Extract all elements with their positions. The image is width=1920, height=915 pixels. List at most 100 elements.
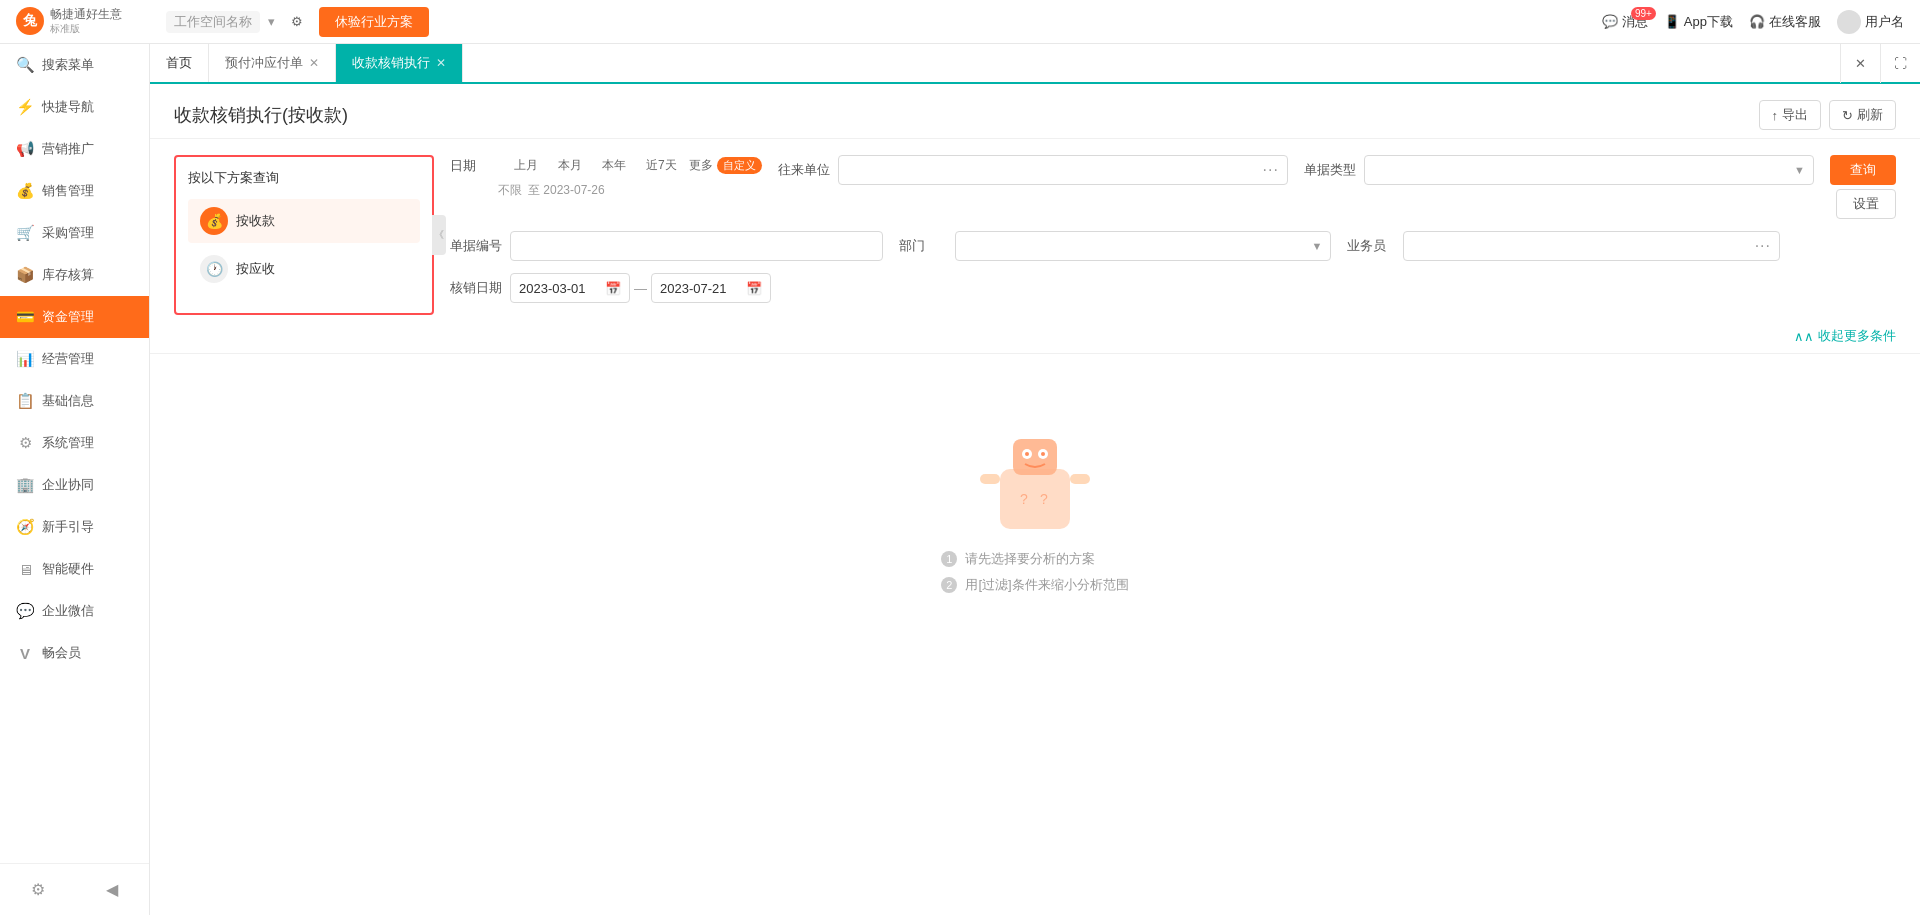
sidebar-item-finance[interactable]: 💳 资金管理: [0, 296, 149, 338]
verify-date-end-input[interactable]: 2023-07-21 📅: [651, 273, 771, 303]
sidebar-item-marketing[interactable]: 📢 营销推广: [0, 128, 149, 170]
last-7-days-btn[interactable]: 近7天: [638, 155, 685, 176]
workspace-dropdown-icon[interactable]: ▾: [268, 14, 275, 29]
doc-type-input[interactable]: ▼: [1364, 155, 1814, 185]
message-icon: 💬: [1602, 14, 1618, 29]
date-no-limit: 不限: [498, 182, 522, 199]
tab-collection-close[interactable]: ✕: [436, 56, 446, 70]
salesperson-label: 业务员: [1347, 237, 1395, 255]
doc-type-arrow-icon: ▼: [1794, 164, 1805, 176]
counterpart-label: 往来单位: [778, 161, 830, 179]
finance-icon: 💳: [16, 308, 34, 326]
tab-prepay-close[interactable]: ✕: [309, 56, 319, 70]
sidebar-item-hardware[interactable]: 🖥 智能硬件: [0, 548, 149, 590]
svg-text:?: ?: [1020, 491, 1028, 507]
gear-button[interactable]: ⚙: [283, 8, 311, 36]
export-button[interactable]: ↑ 导出: [1759, 100, 1822, 130]
filter-option-by-receivable[interactable]: 🕐 按应收: [188, 247, 420, 291]
query-button[interactable]: 查询: [1830, 155, 1896, 185]
salesperson-input[interactable]: ···: [1403, 231, 1780, 261]
tab-home-label: 首页: [166, 54, 192, 72]
counterpart-input[interactable]: ···: [838, 155, 1288, 185]
sidebar-item-search-menu[interactable]: 🔍 搜索菜单: [0, 44, 149, 86]
last-month-btn[interactable]: 上月: [506, 155, 546, 176]
svg-point-5: [1041, 452, 1045, 456]
collapse-sidebar-button[interactable]: ◀: [98, 872, 126, 907]
sidebar-item-wechat[interactable]: 💬 企业微信: [0, 590, 149, 632]
online-service-button[interactable]: 🎧 在线客服: [1749, 13, 1821, 31]
filter-option-by-receipt[interactable]: 💰 按收款: [188, 199, 420, 243]
page-header: 收款核销执行(按收款) ↑ 导出 ↻ 刷新: [150, 84, 1920, 139]
user-info[interactable]: 用户名: [1837, 10, 1904, 34]
main-content: 收款核销执行(按收款) ↑ 导出 ↻ 刷新 按以下方案查询 💰 按收款: [150, 84, 1920, 915]
page-title: 收款核销执行(按收款): [174, 103, 348, 127]
form-row-2: 单据编号 部门 ▼ 业务员 ···: [450, 231, 1896, 261]
svg-text:?: ?: [1040, 491, 1048, 507]
sidebar-item-quick-nav[interactable]: ⚡ 快捷导航: [0, 86, 149, 128]
sidebar-item-label: 采购管理: [42, 224, 94, 242]
logo-icon: 兔: [16, 7, 44, 35]
empty-tip-1: 1 请先选择要分析的方案: [941, 550, 1128, 568]
sidebar-item-label: 基础信息: [42, 392, 94, 410]
sidebar-item-operation[interactable]: 📊 经营管理: [0, 338, 149, 380]
tab-bar-right: ✕ ⛶: [1840, 44, 1920, 82]
sidebar-item-enterprise[interactable]: 🏢 企业协同: [0, 464, 149, 506]
sidebar-item-sales[interactable]: 💰 销售管理: [0, 170, 149, 212]
this-year-btn[interactable]: 本年: [594, 155, 634, 176]
salesperson-dots-icon: ···: [1755, 237, 1771, 255]
sidebar-item-vip[interactable]: V 畅会员: [0, 632, 149, 674]
by-receivable-icon: 🕐: [200, 255, 228, 283]
tip-num-1: 1: [941, 551, 957, 567]
sidebar-item-label: 畅会员: [42, 644, 81, 662]
tab-bar: 首页 预付冲应付单 ✕ 收款核销执行 ✕ ✕ ⛶: [150, 44, 1920, 84]
verify-date-start-input[interactable]: 2023-03-01 📅: [510, 273, 630, 303]
filter-collapse-button[interactable]: 《: [432, 215, 446, 255]
dept-input[interactable]: ▼: [955, 231, 1332, 261]
calendar-start-icon[interactable]: 📅: [605, 281, 621, 296]
doc-no-label: 单据编号: [450, 237, 502, 255]
tab-collection[interactable]: 收款核销执行 ✕: [336, 44, 463, 82]
more-dates-btn[interactable]: 更多: [689, 157, 713, 174]
verify-date-label: 核销日期: [450, 279, 502, 297]
form-actions: 查询 设置: [1830, 155, 1896, 219]
by-receivable-label: 按应收: [236, 260, 275, 278]
sidebar-item-label: 智能硬件: [42, 560, 94, 578]
wechat-icon: 💬: [16, 602, 34, 620]
sidebar-item-label: 营销推广: [42, 140, 94, 158]
sidebar-item-basic[interactable]: 📋 基础信息: [0, 380, 149, 422]
sidebar-item-label: 销售管理: [42, 182, 94, 200]
filter-area: 按以下方案查询 💰 按收款 🕐 按应收 《 日期: [150, 139, 1920, 323]
message-badge: 99+: [1631, 7, 1656, 20]
message-button[interactable]: 💬 消息 99+: [1602, 13, 1648, 31]
custom-date-badge: 自定义: [717, 157, 762, 174]
verify-date-start-value: 2023-03-01: [519, 281, 586, 296]
sidebar-item-inventory[interactable]: 📦 库存核算: [0, 254, 149, 296]
industry-button[interactable]: 休验行业方案: [319, 7, 429, 37]
tab-home[interactable]: 首页: [150, 44, 209, 82]
counterpart-group: 往来单位 ···: [778, 155, 1288, 185]
sidebar-item-label: 搜索菜单: [42, 56, 94, 74]
sidebar-item-guide[interactable]: 🧭 新手引导: [0, 506, 149, 548]
app-logo: 兔 畅捷通好生意 标准版: [16, 7, 166, 35]
refresh-button[interactable]: ↻ 刷新: [1829, 100, 1896, 130]
refresh-icon: ↻: [1842, 108, 1853, 123]
sidebar-item-system[interactable]: ⚙ 系统管理: [0, 422, 149, 464]
calendar-end-icon[interactable]: 📅: [746, 281, 762, 296]
verify-date-range: 2023-03-01 📅 — 2023-07-21 📅: [510, 273, 771, 303]
sidebar-bottom: ⚙ ◀: [0, 863, 149, 915]
top-bar: 兔 畅捷通好生意 标准版 工作空间名称 ▾ ⚙ 休验行业方案 💬 消息 99+ …: [0, 0, 1920, 44]
tab-expand-action[interactable]: ⛶: [1880, 43, 1920, 83]
doc-type-group: 单据类型 ▼: [1304, 155, 1814, 185]
verify-date-end-value: 2023-07-21: [660, 281, 727, 296]
doc-type-label: 单据类型: [1304, 161, 1356, 179]
doc-no-input[interactable]: [510, 231, 883, 261]
settings-bottom-button[interactable]: ⚙: [23, 872, 53, 907]
tab-close-action[interactable]: ✕: [1840, 43, 1880, 83]
this-month-btn[interactable]: 本月: [550, 155, 590, 176]
collapse-more-bar[interactable]: ∧∧ 收起更多条件: [150, 323, 1920, 354]
sidebar-item-purchase[interactable]: 🛒 采购管理: [0, 212, 149, 254]
tab-prepay[interactable]: 预付冲应付单 ✕: [209, 44, 336, 82]
dept-arrow-icon: ▼: [1311, 240, 1322, 252]
settings-button[interactable]: 设置: [1836, 189, 1896, 219]
app-download-button[interactable]: 📱 App下载: [1664, 13, 1733, 31]
